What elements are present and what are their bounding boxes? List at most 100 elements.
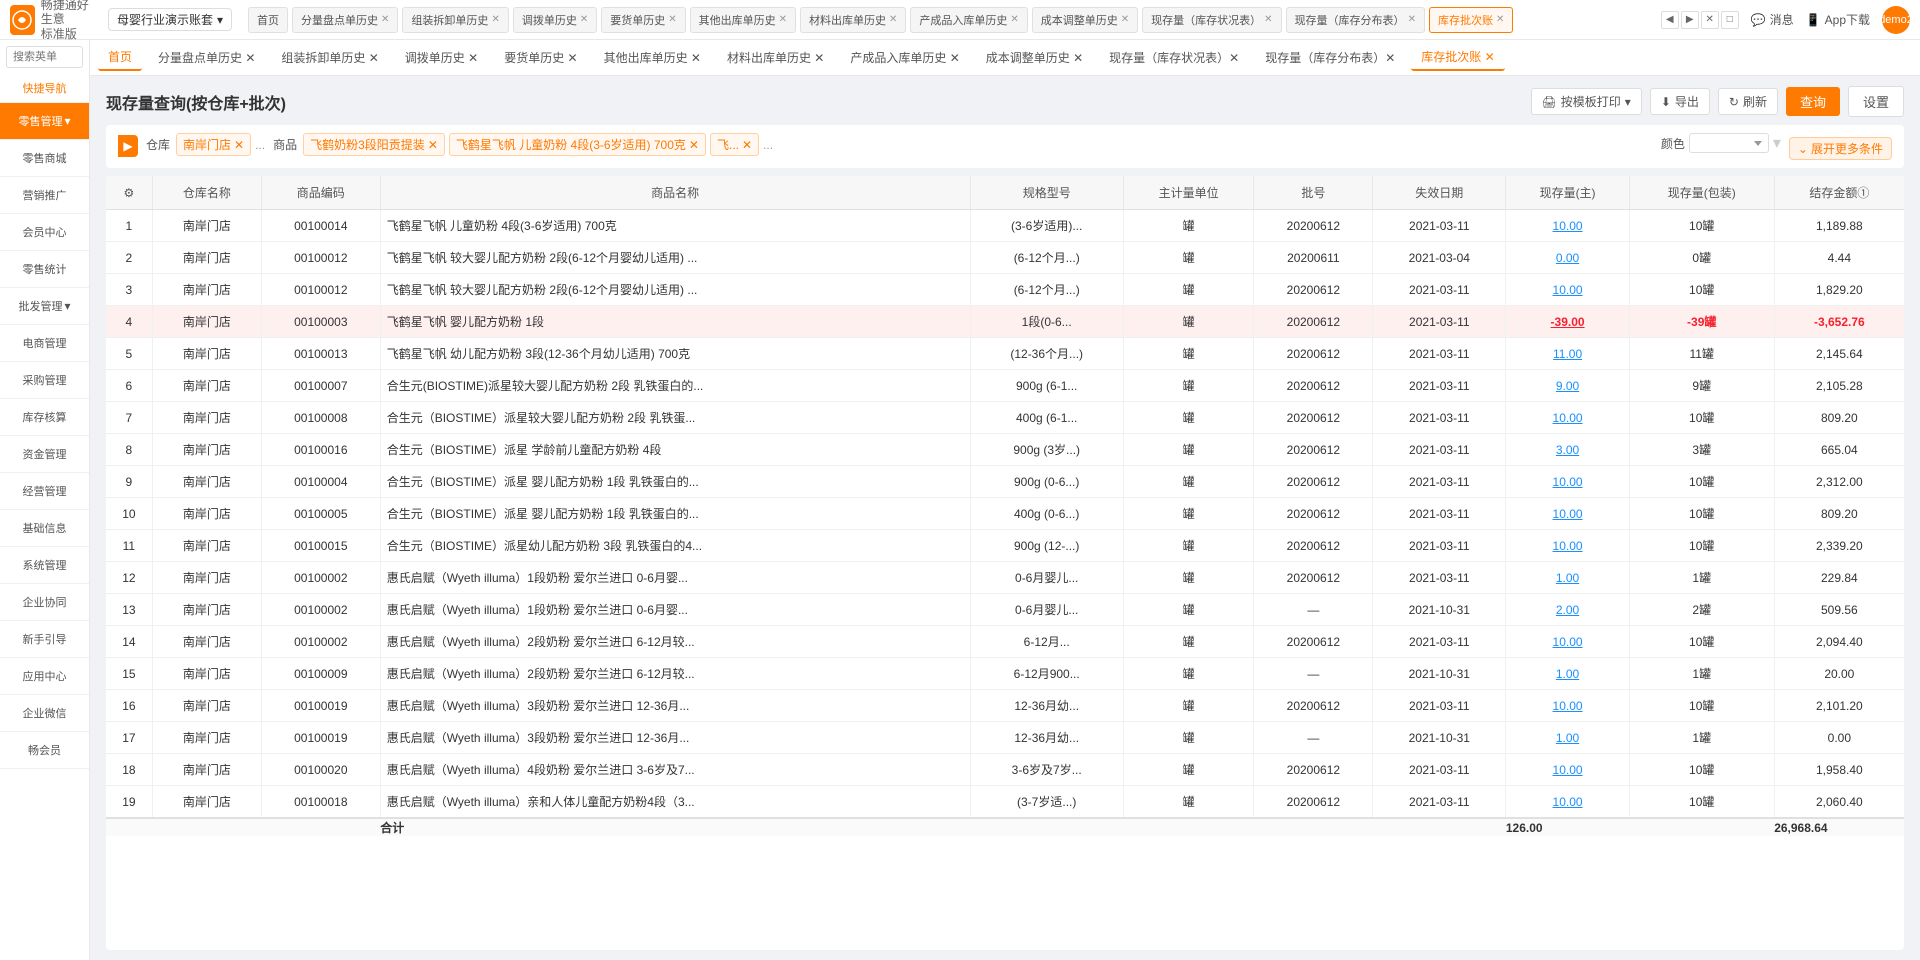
sidebar-item-5[interactable]: 批发管理 ▾: [0, 288, 89, 325]
row-qty-main[interactable]: 9.00: [1506, 370, 1629, 402]
row-qty-main[interactable]: 3.00: [1506, 434, 1629, 466]
tab-close-9[interactable]: ✕: [1264, 14, 1272, 25]
tab-10[interactable]: 现存量（库存分布表） ✕: [1286, 7, 1425, 33]
tab-close-4[interactable]: ✕: [668, 14, 676, 25]
row-qty-main[interactable]: 1.00: [1506, 658, 1629, 690]
sidebar-item-7[interactable]: 采购管理: [0, 362, 89, 399]
nav-chengpinruku[interactable]: 产成品入库单历史 ✕: [840, 45, 969, 70]
nav-xiancunliang2[interactable]: 现存量（库存分布表）✕: [1255, 45, 1405, 70]
sidebar-item-1[interactable]: 零售商城: [0, 140, 89, 177]
tab-prev-btn[interactable]: ◀: [1661, 11, 1679, 29]
row-qty-main[interactable]: 10.00: [1506, 210, 1629, 242]
tab-close-5[interactable]: ✕: [779, 14, 787, 25]
row-qty-main[interactable]: 10.00: [1506, 274, 1629, 306]
quick-nav-btn[interactable]: 快捷导航: [0, 74, 89, 103]
goods-tag-2[interactable]: 飞鹤星飞帆 儿童奶粉 4段(3-6岁适用) 700克 ✕: [449, 133, 706, 156]
warehouse-tag-nanandianmen[interactable]: 南岸门店 ✕: [176, 133, 251, 156]
tab-close-1[interactable]: ✕: [381, 14, 389, 25]
tab-close-3[interactable]: ✕: [580, 14, 588, 25]
sidebar-item-11[interactable]: 基础信息: [0, 510, 89, 547]
nav-chengbentiaoji[interactable]: 成本调整单历史 ✕: [976, 45, 1093, 70]
row-qty-main[interactable]: 10.00: [1506, 690, 1629, 722]
goods-more[interactable]: ...: [763, 138, 773, 152]
nav-diaobodandan[interactable]: 调拨单历史 ✕: [395, 45, 488, 70]
tab-9[interactable]: 现存量（库存状况表） ✕: [1142, 7, 1281, 33]
tab-5[interactable]: 其他出库单历史 ✕: [690, 7, 796, 33]
message-btn[interactable]: 💬 消息: [1751, 11, 1794, 28]
sidebar-item-4[interactable]: 零售统计: [0, 251, 89, 288]
tab-close-2[interactable]: ✕: [491, 14, 499, 25]
print-btn[interactable]: 🖨 按模板打印 ▾: [1531, 88, 1642, 115]
row-qty-main[interactable]: 0.00: [1506, 242, 1629, 274]
settings-btn[interactable]: 设置: [1848, 86, 1904, 117]
avatar[interactable]: demo2: [1882, 6, 1910, 34]
row-qty-main[interactable]: 1.00: [1506, 722, 1629, 754]
tab-0[interactable]: 首页: [248, 7, 288, 33]
tab-1[interactable]: 分量盘点单历史 ✕: [292, 7, 398, 33]
sidebar-item-10[interactable]: 经营管理: [0, 473, 89, 510]
sidebar-item-0[interactable]: 零售管理 ▾: [0, 103, 89, 140]
export-btn[interactable]: ⬇ 导出: [1650, 88, 1710, 115]
color-select[interactable]: [1689, 133, 1769, 153]
nav-kucunpici[interactable]: 库存批次账 ✕: [1411, 44, 1504, 71]
warehouse-more[interactable]: ...: [255, 138, 265, 152]
row-qty-main[interactable]: 10.00: [1506, 754, 1629, 786]
tab-next-btn[interactable]: ▶: [1681, 11, 1699, 29]
goods-tag-3-close[interactable]: ✕: [742, 138, 752, 152]
tab-close-btn[interactable]: ✕: [1701, 11, 1719, 29]
nav-cailiaochuku[interactable]: 材料出库单历史 ✕: [717, 45, 834, 70]
row-qty-main[interactable]: 10.00: [1506, 786, 1629, 819]
nav-xiancunliang1[interactable]: 现存量（库存状况表）✕: [1099, 45, 1249, 70]
tab-close-6[interactable]: ✕: [889, 14, 897, 25]
nav-fenliangpandian[interactable]: 分量盘点单历史 ✕: [148, 45, 265, 70]
sidebar-item-16[interactable]: 企业微信: [0, 695, 89, 732]
nav-qitachuku[interactable]: 其他出库单历史 ✕: [594, 45, 711, 70]
goods-tag-2-close[interactable]: ✕: [689, 138, 699, 152]
refresh-btn[interactable]: ↻ 刷新: [1718, 88, 1778, 115]
sidebar-item-13[interactable]: 企业协同: [0, 584, 89, 621]
goods-tag-1[interactable]: 飞鹤奶粉3段阳贡提装 ✕: [303, 133, 445, 156]
tab-close-7[interactable]: ✕: [1010, 14, 1018, 25]
tab-7[interactable]: 产成品入库单历史 ✕: [910, 7, 1027, 33]
row-qty-main[interactable]: 11.00: [1506, 338, 1629, 370]
app-download-btn[interactable]: 📱 App下载: [1806, 11, 1870, 28]
search-input[interactable]: [6, 46, 83, 68]
sidebar-item-14[interactable]: 新手引导: [0, 621, 89, 658]
expand-side-btn[interactable]: ▶: [118, 135, 138, 157]
tab-3[interactable]: 调拨单历史 ✕: [513, 7, 597, 33]
col-settings[interactable]: ⚙: [106, 176, 152, 210]
goods-tag-3[interactable]: 飞... ✕: [710, 133, 759, 156]
row-qty-main[interactable]: 1.00: [1506, 562, 1629, 594]
nav-yaohuo[interactable]: 要货单历史 ✕: [494, 45, 587, 70]
row-qty-main[interactable]: 10.00: [1506, 498, 1629, 530]
tab-6[interactable]: 材料出库单历史 ✕: [800, 7, 906, 33]
sidebar-item-2[interactable]: 营销推广: [0, 177, 89, 214]
sidebar-item-17[interactable]: 畅会员: [0, 732, 89, 769]
sidebar-item-9[interactable]: 资金管理: [0, 436, 89, 473]
row-qty-main[interactable]: 10.00: [1506, 402, 1629, 434]
tab-2[interactable]: 组装拆卸单历史 ✕: [402, 7, 508, 33]
sidebar-item-8[interactable]: 库存核算: [0, 399, 89, 436]
store-selector[interactable]: 母婴行业演示账套 ▾: [108, 8, 232, 31]
tab-11[interactable]: 库存批次账 ✕: [1429, 7, 1513, 33]
tab-8[interactable]: 成本调整单历史 ✕: [1032, 7, 1138, 33]
tab-close-11[interactable]: ✕: [1496, 14, 1504, 25]
sidebar-item-12[interactable]: 系统管理: [0, 547, 89, 584]
warehouse-tag-close[interactable]: ✕: [234, 138, 244, 152]
nav-zuzhuangchaijiu[interactable]: 组装拆卸单历史 ✕: [271, 45, 388, 70]
nav-home[interactable]: 首页: [98, 44, 142, 71]
sidebar-item-15[interactable]: 应用中心: [0, 658, 89, 695]
goods-tag-1-close[interactable]: ✕: [428, 138, 438, 152]
row-qty-main[interactable]: 10.00: [1506, 466, 1629, 498]
tab-close-10[interactable]: ✕: [1408, 14, 1416, 25]
expand-conditions-btn[interactable]: ⌄ 展开更多条件: [1789, 137, 1892, 160]
row-qty-main[interactable]: -39.00: [1506, 306, 1629, 338]
row-qty-main[interactable]: 10.00: [1506, 626, 1629, 658]
row-qty-main[interactable]: 10.00: [1506, 530, 1629, 562]
tab-close-8[interactable]: ✕: [1121, 14, 1129, 25]
query-btn[interactable]: 查询: [1786, 87, 1840, 116]
row-qty-main[interactable]: 2.00: [1506, 594, 1629, 626]
tab-4[interactable]: 要货单历史 ✕: [601, 7, 685, 33]
sidebar-item-6[interactable]: 电商管理: [0, 325, 89, 362]
sidebar-item-3[interactable]: 会员中心: [0, 214, 89, 251]
